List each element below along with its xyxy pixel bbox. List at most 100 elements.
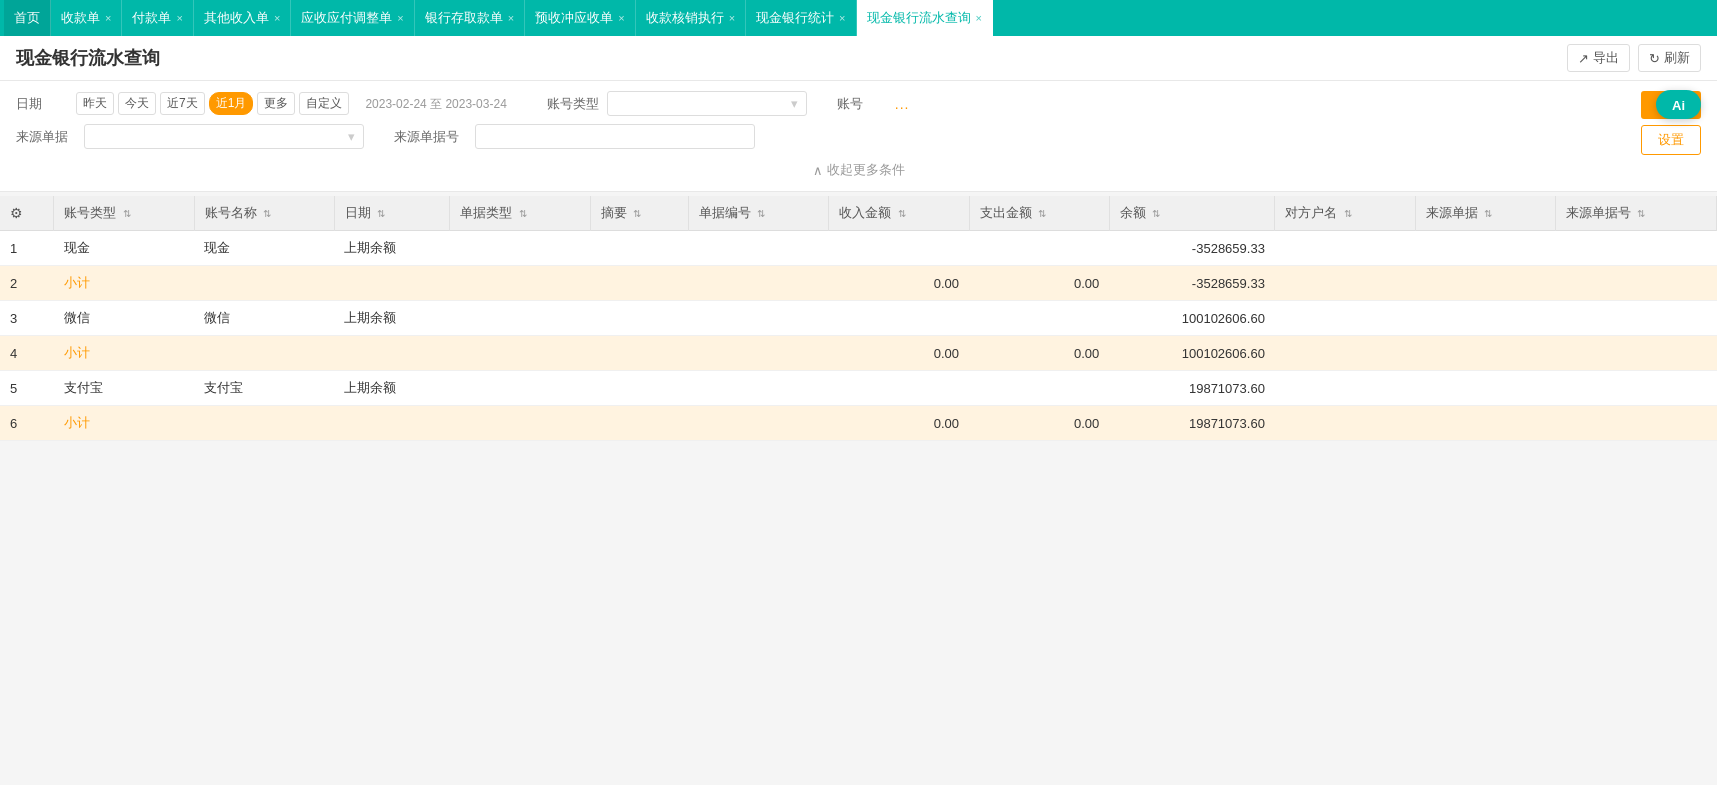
col-counterpart[interactable]: 对方户名 ⇅	[1275, 196, 1415, 231]
nav-tab-shoukuandan[interactable]: 收款单 ×	[51, 0, 122, 36]
close-icon[interactable]: ×	[729, 12, 735, 24]
refresh-button[interactable]: ↻ 刷新	[1638, 44, 1701, 72]
sort-icon: ⇅	[898, 208, 906, 219]
table-cell: 微信	[194, 301, 334, 336]
sort-icon: ⇅	[1038, 208, 1046, 219]
table-cell: 0.00	[829, 336, 969, 371]
close-icon[interactable]: ×	[976, 12, 982, 24]
table-cell	[969, 301, 1109, 336]
date-btn-1month[interactable]: 近1月	[209, 92, 254, 115]
nav-tab-prepay[interactable]: 预收冲应收单 ×	[525, 0, 635, 36]
col-balance[interactable]: 余额 ⇅	[1109, 196, 1275, 231]
table-cell	[450, 231, 590, 266]
table-row: 5支付宝支付宝上期余额19871073.60	[0, 371, 1717, 406]
export-label: 导出	[1593, 49, 1619, 67]
table-cell	[969, 231, 1109, 266]
header-actions: ↗ 导出 ↻ 刷新	[1567, 44, 1701, 72]
chevron-down-icon: ▾	[791, 96, 798, 111]
close-icon[interactable]: ×	[508, 12, 514, 24]
close-icon[interactable]: ×	[176, 12, 182, 24]
close-icon[interactable]: ×	[618, 12, 624, 24]
table-cell: -3528659.33	[1109, 266, 1275, 301]
table-header-row: ⚙ 账号类型 ⇅ 账号名称 ⇅ 日期 ⇅ 单据类型 ⇅	[0, 196, 1717, 231]
table-cell: 100102606.60	[1109, 336, 1275, 371]
nav-tab-collection-exec[interactable]: 收款核销执行 ×	[636, 0, 746, 36]
col-doc-type[interactable]: 单据类型 ⇅	[450, 196, 590, 231]
table-cell	[1555, 336, 1716, 371]
col-income[interactable]: 收入金额 ⇅	[829, 196, 969, 231]
table-cell: 1	[0, 231, 54, 266]
table-cell	[1275, 301, 1415, 336]
col-date[interactable]: 日期 ⇅	[334, 196, 450, 231]
ai-badge[interactable]: Ai	[1656, 90, 1701, 119]
tab-label: 预收冲应收单	[535, 9, 613, 27]
col-doc-no[interactable]: 单据编号 ⇅	[689, 196, 829, 231]
nav-tab-cash-stats[interactable]: 现金银行统计 ×	[746, 0, 856, 36]
table-cell	[1275, 231, 1415, 266]
date-btn-7days[interactable]: 近7天	[160, 92, 205, 115]
col-summary[interactable]: 摘要 ⇅	[590, 196, 688, 231]
table-cell	[829, 301, 969, 336]
close-icon[interactable]: ×	[105, 12, 111, 24]
export-icon: ↗	[1578, 51, 1589, 66]
col-expense[interactable]: 支出金额 ⇅	[969, 196, 1109, 231]
date-btn-more[interactable]: 更多	[257, 92, 295, 115]
table-cell: 6	[0, 406, 54, 441]
collapse-icon: ∧	[813, 163, 823, 178]
nav-tab-fukuandan[interactable]: 付款单 ×	[122, 0, 193, 36]
sort-icon: ⇅	[1637, 208, 1645, 219]
date-btn-yesterday[interactable]: 昨天	[76, 92, 114, 115]
nav-tab-other-income[interactable]: 其他收入单 ×	[194, 0, 291, 36]
refresh-icon: ↻	[1649, 51, 1660, 66]
col-account-name[interactable]: 账号名称 ⇅	[194, 196, 334, 231]
filter-row-date: 日期 昨天 今天 近7天 近1月 更多 自定义 2023-02-24 至 202…	[16, 91, 1633, 116]
col-source-doc-no[interactable]: 来源单据号 ⇅	[1555, 196, 1716, 231]
account-type-select[interactable]: ▾	[607, 91, 807, 116]
source-doc-num-label: 来源单据号	[394, 128, 459, 146]
table-cell: 0.00	[969, 266, 1109, 301]
tab-label: 付款单	[132, 9, 171, 27]
col-account-type[interactable]: 账号类型 ⇅	[54, 196, 194, 231]
account-type-label: 账号类型	[547, 95, 599, 113]
close-icon[interactable]: ×	[274, 12, 280, 24]
sort-icon: ⇅	[263, 208, 271, 219]
close-icon[interactable]: ×	[839, 12, 845, 24]
date-btn-custom[interactable]: 自定义	[299, 92, 349, 115]
table-cell: 上期余额	[334, 301, 450, 336]
data-table: ⚙ 账号类型 ⇅ 账号名称 ⇅ 日期 ⇅ 单据类型 ⇅	[0, 196, 1717, 441]
source-doc-num-input[interactable]	[475, 124, 755, 149]
table-cell: 现金	[194, 231, 334, 266]
export-button[interactable]: ↗ 导出	[1567, 44, 1630, 72]
table-cell	[590, 336, 688, 371]
table-cell: 100102606.60	[1109, 301, 1275, 336]
nav-tab-bank-deposit[interactable]: 银行存取款单 ×	[415, 0, 525, 36]
nav-tab-cash-flow[interactable]: 现金银行流水查询 ×	[857, 0, 993, 36]
table-cell	[194, 406, 334, 441]
nav-home[interactable]: 首页	[4, 0, 51, 36]
close-icon[interactable]: ×	[397, 12, 403, 24]
table-cell: 现金	[54, 231, 194, 266]
source-doc-select[interactable]: ▾	[84, 124, 364, 149]
table-cell: 0.00	[969, 336, 1109, 371]
sort-icon: ⇅	[633, 208, 641, 219]
settings-button[interactable]: 设置	[1641, 125, 1701, 155]
account-ellipsis-btn[interactable]: ...	[895, 96, 910, 112]
nav-tab-adjust[interactable]: 应收应付调整单 ×	[291, 0, 414, 36]
table-cell	[194, 336, 334, 371]
col-source-doc[interactable]: 来源单据 ⇅	[1415, 196, 1555, 231]
table-cell	[689, 336, 829, 371]
collapse-bar[interactable]: ∧ 收起更多条件	[16, 157, 1701, 181]
table-cell	[1275, 406, 1415, 441]
table-cell: 支付宝	[194, 371, 334, 406]
table-cell	[194, 266, 334, 301]
refresh-label: 刷新	[1664, 49, 1690, 67]
home-label: 首页	[14, 9, 40, 27]
table-cell	[334, 406, 450, 441]
table-cell	[450, 336, 590, 371]
tab-label: 现金银行统计	[756, 9, 834, 27]
col-gear[interactable]: ⚙	[0, 196, 54, 231]
date-btn-today[interactable]: 今天	[118, 92, 156, 115]
date-buttons: 昨天 今天 近7天 近1月 更多 自定义	[76, 92, 349, 115]
table-cell	[1555, 301, 1716, 336]
chevron-down-icon: ▾	[348, 129, 355, 144]
